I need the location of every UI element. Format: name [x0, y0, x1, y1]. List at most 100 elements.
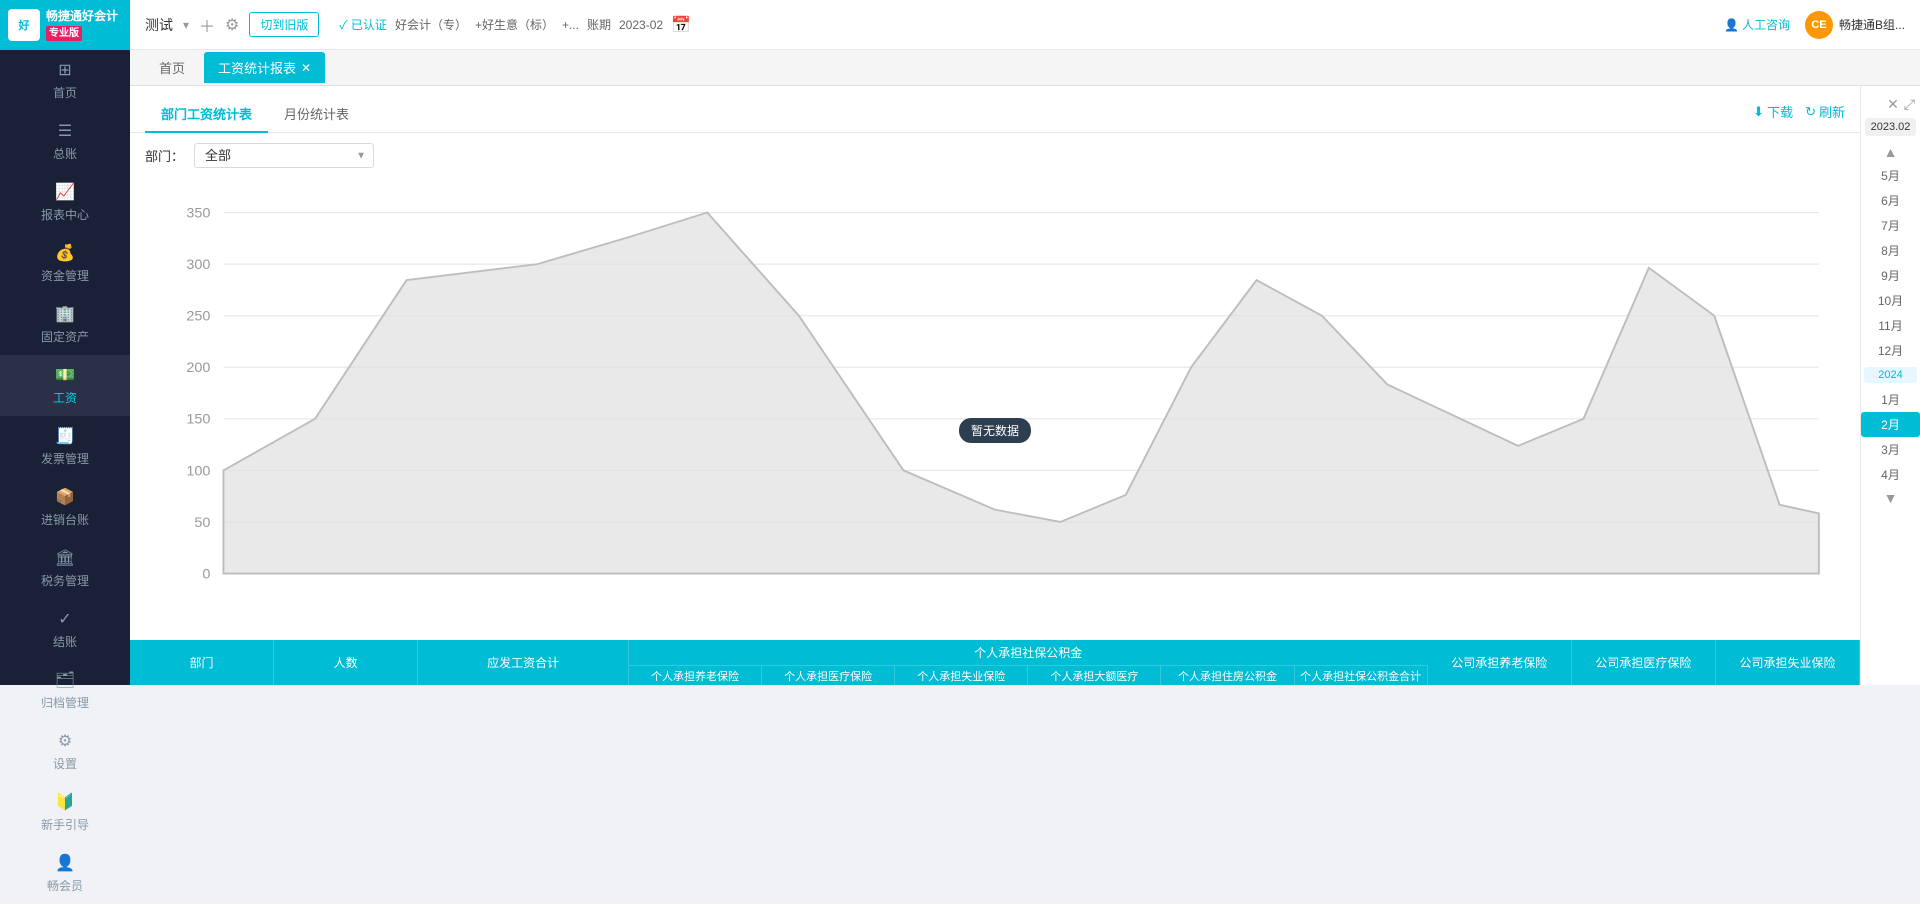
sidebar-item-reports[interactable]: 📈 报表中心 — [0, 172, 130, 233]
tab-home[interactable]: 首页 — [145, 52, 199, 83]
month-9[interactable]: 9月 — [1861, 263, 1920, 288]
col-group-label: 个人承担社保公积金 — [629, 640, 1428, 666]
svg-text:100: 100 — [186, 463, 210, 478]
topbar-title: 测试 — [145, 15, 173, 35]
close-panel-icon[interactable]: ✕ — [1887, 96, 1899, 113]
month-7[interactable]: 7月 — [1861, 213, 1920, 238]
main-area: 测试 ▾ ＋ ⚙ 切到旧版 ✓ 已认证 好会计（专） +好生意（标） +... … — [130, 0, 1920, 685]
month-10[interactable]: 10月 — [1861, 288, 1920, 313]
svg-text:150: 150 — [186, 411, 210, 426]
month-11[interactable]: 11月 — [1861, 313, 1920, 338]
col-total-salary: 应发工资合计 — [418, 640, 629, 685]
col-group-personal-insurance: 个人承担社保公积金 个人承担养老保险 个人承担医疗保险 个人承担失业保险 个人承… — [629, 640, 1428, 685]
sidebar-item-assets[interactable]: 🏢 固定资产 — [0, 294, 130, 355]
topbar-badges: ✓ 已认证 好会计（专） +好生意（标） +... 账期 2023-02 📅 — [339, 15, 691, 35]
sidebar-item-label: 工资 — [53, 389, 77, 406]
col-company-unemployment: 公司承担失业保险 — [1716, 640, 1860, 685]
tabs-bar: 首页 工资统计报表 ✕ — [130, 50, 1920, 86]
month-6[interactable]: 6月 — [1861, 188, 1920, 213]
salary-chart: 350 300 250 200 150 100 50 0 — [145, 188, 1845, 630]
col-group-cells: 个人承担养老保险 个人承担医疗保险 个人承担失业保险 个人承担大额医疗 个人承担 — [629, 666, 1428, 685]
page-content: 部门工资统计表 月份统计表 ⬇ 下载 ↻ 刷新 — [130, 86, 1860, 685]
svg-text:350: 350 — [186, 205, 210, 220]
good-business-badge: +好生意（标） — [475, 16, 554, 33]
home-icon: ⊞ — [58, 60, 71, 80]
col-headcount: 人数 — [274, 640, 418, 685]
dept-label: 部门： — [145, 146, 184, 165]
col-personal-unemployment: 个人承担失业保险 — [895, 666, 1028, 685]
year-2024-badge[interactable]: 2024 — [1864, 367, 1917, 383]
year-selector[interactable]: 2023.02 — [1865, 118, 1917, 136]
sub-tabs: 部门工资统计表 月份统计表 ⬇ 下载 ↻ 刷新 — [130, 86, 1860, 133]
download-button[interactable]: ⬇ 下载 — [1753, 102, 1793, 121]
prev-year-icon[interactable]: ▲ — [1884, 141, 1898, 163]
sidebar-item-ledger[interactable]: ☰ 总账 — [0, 111, 130, 172]
sidebar: 好 畅捷通好会计 专业版 ⊞ 首页 ☰ 总账 📈 报表中心 💰 资金管理 🏢 固… — [0, 0, 130, 685]
tax-icon: 🏛 — [55, 548, 75, 568]
col-personal-housing-fund: 个人承担住房公积金 — [1161, 666, 1294, 685]
sidebar-item-archive[interactable]: 🗂 归档管理 — [0, 660, 130, 721]
service-icon: 👤 — [1724, 18, 1739, 32]
svg-text:300: 300 — [186, 256, 210, 271]
content-wrapper: 部门工资统计表 月份统计表 ⬇ 下载 ↻ 刷新 — [130, 86, 1920, 685]
chart-area: 350 300 250 200 150 100 50 0 暂无数据 — [130, 178, 1860, 640]
tab-close-icon[interactable]: ✕ — [301, 61, 311, 75]
sidebar-item-guide[interactable]: 🔰 新手引导 — [0, 782, 130, 843]
salary-icon: 💵 — [55, 365, 75, 385]
guide-icon: 🔰 — [55, 792, 75, 812]
sidebar-item-home[interactable]: ⊞ 首页 — [0, 50, 130, 111]
expand-panel-icon[interactable]: ⤢ — [1904, 96, 1915, 113]
topbar-right: 👤 人工咨询 CE 畅捷通B组... — [1724, 11, 1905, 39]
sub-tab-monthly[interactable]: 月份统计表 — [268, 96, 365, 133]
sidebar-item-label: 新手引导 — [41, 816, 89, 833]
sidebar-item-funds[interactable]: 💰 资金管理 — [0, 233, 130, 294]
sidebar-item-label: 结账 — [53, 633, 77, 650]
service-button[interactable]: 👤 人工咨询 — [1724, 16, 1790, 33]
calendar-icon[interactable]: 📅 — [671, 15, 691, 35]
month-2-2024[interactable]: 2月 — [1861, 412, 1920, 437]
dept-select-wrapper[interactable]: 全部 — [194, 143, 374, 168]
month-1-2024[interactable]: 1月 — [1861, 387, 1920, 412]
tab-salary-report[interactable]: 工资统计报表 ✕ — [204, 52, 325, 83]
settle-icon: ✓ — [58, 609, 71, 629]
right-panel-controls: ✕ ⤢ — [1861, 91, 1920, 113]
col-personal-pension: 个人承担养老保险 — [629, 666, 762, 685]
col-dept: 部门 — [130, 640, 274, 685]
gear-icon[interactable]: ⚙ — [225, 15, 239, 35]
month-5[interactable]: 5月 — [1861, 163, 1920, 188]
assets-icon: 🏢 — [55, 304, 75, 324]
add-icon[interactable]: ＋ — [199, 13, 215, 37]
member-icon: 👤 — [55, 853, 75, 873]
sidebar-item-tax[interactable]: 🏛 税务管理 — [0, 538, 130, 599]
certified-badge: ✓ 已认证 — [339, 16, 387, 33]
right-panel: ✕ ⤢ 2023.02 ▲ 5月 6月 7月 8月 9月 10月 11月 12月… — [1860, 86, 1920, 685]
col-personal-total: 个人承担社保公积金合计 — [1295, 666, 1428, 685]
stock-icon: 📦 — [55, 487, 75, 507]
sidebar-item-invoice[interactable]: 🧾 发票管理 — [0, 416, 130, 477]
next-year-icon[interactable]: ▼ — [1884, 487, 1898, 509]
logo-title: 畅捷通好会计 — [46, 9, 118, 25]
period-label: 账期 — [587, 16, 611, 33]
month-4-2024[interactable]: 4月 — [1861, 462, 1920, 487]
sidebar-item-settle[interactable]: ✓ 结账 — [0, 599, 130, 660]
sidebar-item-stock[interactable]: 📦 进销台账 — [0, 477, 130, 538]
col-personal-medical: 个人承担医疗保险 — [762, 666, 895, 685]
sidebar-item-label: 畅会员 — [47, 877, 83, 894]
user-menu[interactable]: CE 畅捷通B组... — [1805, 11, 1905, 39]
switch-version-button[interactable]: 切到旧版 — [249, 12, 319, 37]
sub-tab-dept[interactable]: 部门工资统计表 — [145, 96, 268, 133]
archive-icon: 🗂 — [55, 670, 75, 690]
ledger-icon: ☰ — [58, 121, 72, 141]
sidebar-item-member[interactable]: 👤 畅会员 — [0, 843, 130, 904]
settings-icon: ⚙ — [58, 731, 72, 751]
month-12[interactable]: 12月 — [1861, 338, 1920, 363]
download-icon: ⬇ — [1753, 104, 1764, 120]
dept-select[interactable]: 全部 — [194, 143, 374, 168]
dropdown-arrow-icon[interactable]: ▾ — [183, 18, 189, 32]
sidebar-item-settings[interactable]: ⚙ 设置 — [0, 721, 130, 782]
month-8[interactable]: 8月 — [1861, 238, 1920, 263]
svg-text:250: 250 — [186, 308, 210, 323]
refresh-button[interactable]: ↻ 刷新 — [1805, 102, 1845, 121]
sidebar-item-salary[interactable]: 💵 工资 — [0, 355, 130, 416]
month-3-2024[interactable]: 3月 — [1861, 437, 1920, 462]
